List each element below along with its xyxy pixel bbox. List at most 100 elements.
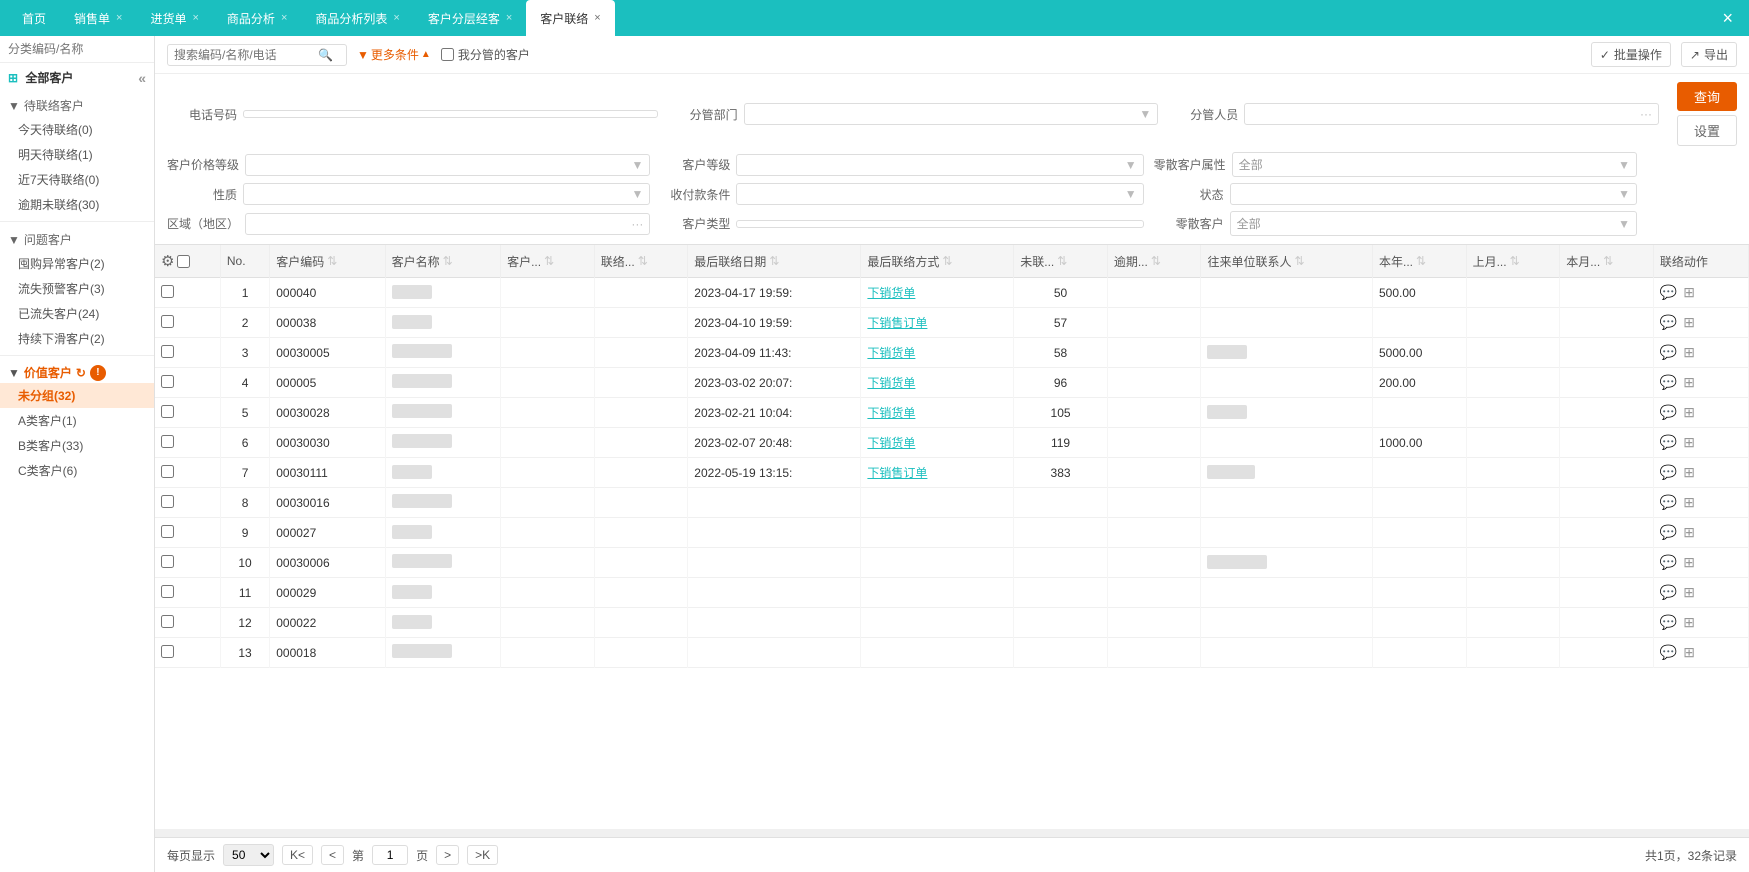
sidebar-search-input[interactable]	[8, 42, 155, 56]
contact-icon[interactable]: 💬	[1660, 344, 1677, 361]
row-checkbox[interactable]	[161, 495, 174, 508]
refresh-icon[interactable]: ↻	[76, 366, 86, 380]
adv-input-dept[interactable]: ▼	[744, 103, 1159, 125]
more-action-icon[interactable]: ⊞	[1683, 494, 1695, 511]
sidebar-collapse-btn[interactable]: «	[138, 70, 146, 86]
sidebar-item-churned[interactable]: 已流失客户(24)	[0, 301, 154, 326]
my-customers-checkbox[interactable]	[441, 48, 454, 61]
close-customer-segment-icon[interactable]: ×	[506, 12, 512, 24]
more-action-icon[interactable]: ⊞	[1683, 554, 1695, 571]
close-sales-icon[interactable]: ×	[116, 12, 122, 24]
sidebar-item-ungrouped[interactable]: 未分组(32)	[0, 383, 154, 408]
tab-goods-analysis-list[interactable]: 商品分析列表 ×	[301, 0, 413, 36]
contact-icon[interactable]: 💬	[1660, 314, 1677, 331]
select-all-checkbox[interactable]	[177, 255, 190, 268]
table-settings-icon[interactable]: ⚙	[161, 252, 174, 270]
row-checkbox[interactable]	[161, 435, 174, 448]
contact-method-link[interactable]: 下销售订单	[867, 466, 927, 480]
row-checkbox[interactable]	[161, 615, 174, 628]
tab-home[interactable]: 首页	[8, 0, 60, 36]
problem-group-label[interactable]: ▼ 问题客户	[0, 226, 154, 251]
row-checkbox[interactable]	[161, 345, 174, 358]
contact-icon[interactable]: 💬	[1660, 434, 1677, 451]
close-customer-contact-icon[interactable]: ×	[594, 12, 600, 24]
more-action-icon[interactable]: ⊞	[1683, 404, 1695, 421]
sidebar-item-tomorrow-pending[interactable]: 明天待联络(1)	[0, 142, 154, 167]
sidebar-item-7day-pending[interactable]: 近7天待联络(0)	[0, 167, 154, 192]
more-action-icon[interactable]: ⊞	[1683, 524, 1695, 541]
export-btn[interactable]: ↗ 导出	[1681, 42, 1737, 67]
pending-group-label[interactable]: ▼ 待联络客户	[0, 92, 154, 117]
page-input[interactable]	[372, 845, 408, 865]
contact-method-link[interactable]: 下销售订单	[867, 316, 927, 330]
adv-input-nature[interactable]: ▼	[243, 183, 650, 205]
sidebar-item-churn-warning[interactable]: 流失预警客户(3)	[0, 276, 154, 301]
contact-icon[interactable]: 💬	[1660, 614, 1677, 631]
page-size-select[interactable]: 50 100	[223, 844, 274, 866]
row-checkbox[interactable]	[161, 375, 174, 388]
prev-page-btn[interactable]: <	[321, 845, 344, 865]
first-page-btn[interactable]: K<	[282, 845, 313, 865]
sidebar-item-overdue-pending[interactable]: 逾期未联络(30)	[0, 192, 154, 217]
tab-customer-segment[interactable]: 客户分层经客 ×	[414, 0, 526, 36]
more-action-icon[interactable]: ⊞	[1683, 434, 1695, 451]
reset-btn[interactable]: 设置	[1677, 115, 1737, 146]
contact-icon[interactable]: 💬	[1660, 584, 1677, 601]
contact-method-link[interactable]: 下销货单	[867, 406, 915, 420]
contact-method-link[interactable]: 下销货单	[867, 376, 915, 390]
tab-goods-analysis[interactable]: 商品分析 ×	[213, 0, 301, 36]
contact-icon[interactable]: 💬	[1660, 644, 1677, 661]
region-dots[interactable]: ···	[631, 217, 643, 231]
contact-method-link[interactable]: 下销货单	[867, 286, 915, 300]
tab-customer-contact[interactable]: 客户联络 ×	[526, 0, 614, 36]
adv-input-phone[interactable]	[243, 110, 658, 118]
row-checkbox[interactable]	[161, 405, 174, 418]
more-action-icon[interactable]: ⊞	[1683, 314, 1695, 331]
tab-purchase[interactable]: 进货单 ×	[136, 0, 212, 36]
adv-input-manager[interactable]: ···	[1244, 103, 1659, 125]
value-group-label[interactable]: ▼ 价值客户 ↻ !	[0, 360, 154, 383]
adv-input-customer-level[interactable]: ▼	[736, 154, 1143, 176]
row-checkbox[interactable]	[161, 525, 174, 538]
batch-operation-btn[interactable]: ✓ 批量操作	[1591, 42, 1671, 67]
row-checkbox[interactable]	[161, 315, 174, 328]
my-customers-checkbox-container[interactable]: 我分管的客户	[441, 46, 530, 63]
contact-icon[interactable]: 💬	[1660, 464, 1677, 481]
contact-method-link[interactable]: 下销货单	[867, 346, 915, 360]
adv-input-region[interactable]: ···	[245, 213, 650, 235]
adv-input-retail-attr[interactable]: 全部 ▼	[1232, 152, 1637, 177]
manager-dots[interactable]: ···	[1640, 107, 1652, 121]
more-action-icon[interactable]: ⊞	[1683, 344, 1695, 361]
contact-icon[interactable]: 💬	[1660, 404, 1677, 421]
sidebar-item-today-pending[interactable]: 今天待联络(0)	[0, 117, 154, 142]
sidebar-item-class-a[interactable]: A类客户(1)	[0, 408, 154, 433]
all-customers-header[interactable]: ⊞ 全部客户 «	[0, 63, 154, 92]
row-checkbox[interactable]	[161, 465, 174, 478]
contact-icon[interactable]: 💬	[1660, 494, 1677, 511]
adv-input-retail[interactable]: 全部 ▼	[1230, 211, 1637, 236]
row-checkbox[interactable]	[161, 585, 174, 598]
sidebar-item-class-b[interactable]: B类客户(33)	[0, 433, 154, 458]
search-input[interactable]	[174, 48, 314, 62]
contact-icon[interactable]: 💬	[1660, 284, 1677, 301]
close-purchase-icon[interactable]: ×	[192, 12, 198, 24]
close-goods-analysis-list-icon[interactable]: ×	[393, 12, 399, 24]
row-checkbox[interactable]	[161, 555, 174, 568]
horizontal-scrollbar[interactable]	[155, 829, 1749, 837]
more-action-icon[interactable]: ⊞	[1683, 374, 1695, 391]
more-action-icon[interactable]: ⊞	[1683, 614, 1695, 631]
contact-icon[interactable]: 💬	[1660, 524, 1677, 541]
adv-input-price-level[interactable]: ▼	[245, 154, 650, 176]
contact-icon[interactable]: 💬	[1660, 554, 1677, 571]
more-action-icon[interactable]: ⊞	[1683, 464, 1695, 481]
sidebar-item-declining[interactable]: 持续下滑客户(2)	[0, 326, 154, 351]
more-conditions-btn[interactable]: ▼ 更多条件 ▲	[357, 46, 431, 63]
query-btn[interactable]: 查询	[1677, 82, 1737, 111]
contact-icon[interactable]: 💬	[1660, 374, 1677, 391]
close-goods-analysis-icon[interactable]: ×	[281, 12, 287, 24]
search-icon[interactable]: 🔍	[318, 48, 333, 62]
adv-input-customer-type[interactable]	[736, 220, 1143, 228]
more-action-icon[interactable]: ⊞	[1683, 644, 1695, 661]
more-action-icon[interactable]: ⊞	[1683, 584, 1695, 601]
adv-input-payment[interactable]: ▼	[736, 183, 1143, 205]
